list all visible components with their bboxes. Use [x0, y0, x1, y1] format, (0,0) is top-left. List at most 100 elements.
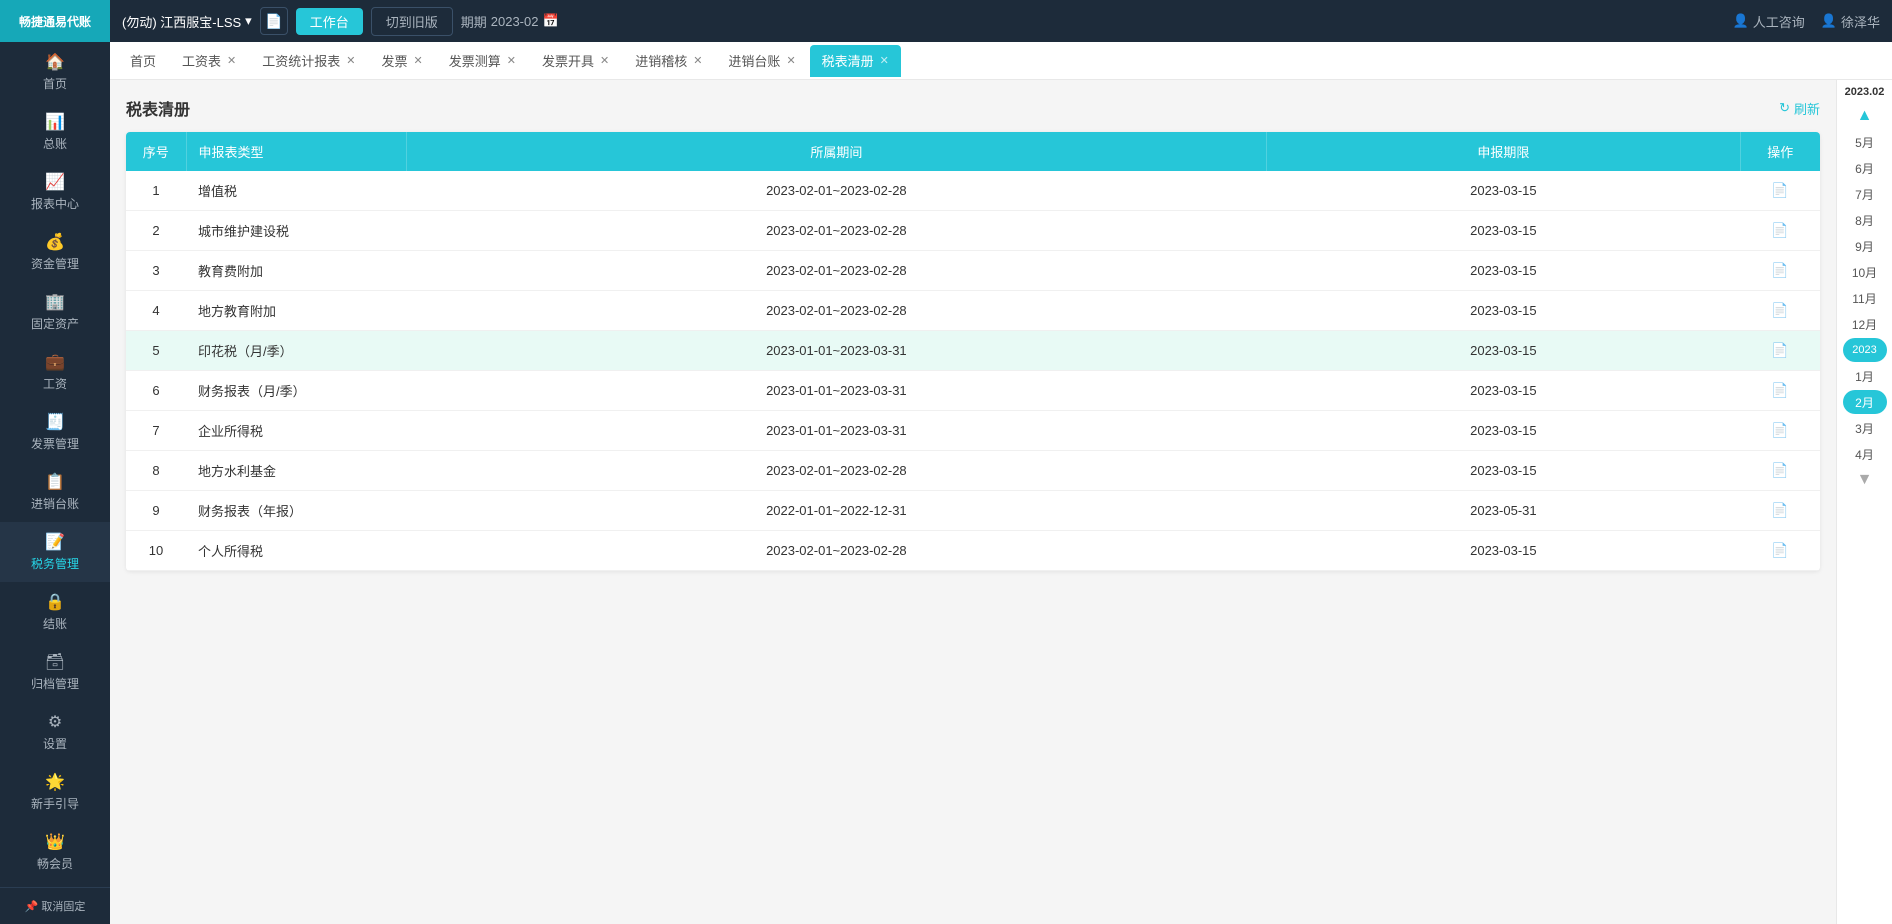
sidebar-item-guide[interactable]: 🌟 新手引导	[0, 762, 110, 822]
tab-invoice-close[interactable]: ✕	[414, 54, 423, 67]
tab-invoice-open-close[interactable]: ✕	[600, 54, 609, 67]
tab-tax-clearance-close[interactable]: ✕	[880, 54, 889, 67]
panel-month-12[interactable]: 12月	[1843, 312, 1887, 336]
action-icon[interactable]: 📄	[1771, 422, 1788, 438]
workspace-button[interactable]: 工作台	[296, 8, 363, 35]
panel-month-7[interactable]: 7月	[1843, 182, 1887, 206]
cell-action: 📄	[1740, 491, 1820, 531]
cell-no: 4	[126, 291, 186, 331]
cell-type: 地方水利基金	[186, 451, 406, 491]
tab-salary-report-close[interactable]: ✕	[346, 54, 355, 67]
tab-invoice[interactable]: 发票 ✕	[369, 45, 434, 77]
sidebar-item-fund[interactable]: 💰 资金管理	[0, 222, 110, 282]
cell-period: 2023-02-01~2023-02-28	[406, 451, 1267, 491]
panel-down-button[interactable]: ▼	[1851, 468, 1879, 492]
home-icon: 🏠	[45, 52, 65, 72]
cell-type: 财务报表（月/季）	[186, 371, 406, 411]
table-row: 3 教育费附加 2023-02-01~2023-02-28 2023-03-15…	[126, 251, 1820, 291]
tab-salary-label: 工资表	[182, 51, 221, 70]
unpin-button[interactable]: 📌 取消固定	[0, 887, 110, 924]
switch-old-button[interactable]: 切到旧版	[371, 7, 453, 36]
archive-icon: 🗃	[45, 652, 65, 672]
panel-month-8[interactable]: 8月	[1843, 208, 1887, 232]
chevron-down-icon: ▾	[245, 13, 252, 29]
action-icon[interactable]: 📄	[1771, 382, 1788, 398]
action-icon[interactable]: 📄	[1771, 542, 1788, 558]
col-no: 序号	[126, 132, 186, 171]
sidebar-item-member[interactable]: 👑 畅会员	[0, 822, 110, 882]
panel-month-3[interactable]: 3月	[1843, 416, 1887, 440]
tab-sales-ledger[interactable]: 进销台账 ✕	[716, 45, 807, 77]
calendar-icon[interactable]: 📅	[542, 13, 558, 29]
action-icon[interactable]: 📄	[1771, 302, 1788, 318]
tab-sales-check[interactable]: 进销稽核 ✕	[623, 45, 714, 77]
tab-salary[interactable]: 工资表 ✕	[170, 45, 248, 77]
sidebar-item-report[interactable]: 📈 报表中心	[0, 162, 110, 222]
tab-invoice-calc-close[interactable]: ✕	[507, 54, 516, 67]
cell-deadline: 2023-03-15	[1267, 211, 1740, 251]
avatar-icon: 👤	[1821, 13, 1837, 29]
cell-deadline: 2023-03-15	[1267, 371, 1740, 411]
sidebar-item-salary[interactable]: 💼 工资	[0, 342, 110, 402]
sidebar-item-invoice-label: 发票管理	[31, 435, 79, 452]
ai-consult-button[interactable]: 👤 人工咨询	[1733, 12, 1805, 31]
table-row: 2 城市维护建设税 2023-02-01~2023-02-28 2023-03-…	[126, 211, 1820, 251]
document-icon-button[interactable]: 📄	[260, 7, 288, 35]
sidebar-item-ledger[interactable]: 📊 总账	[0, 102, 110, 162]
page-content: 税表清册 ↻ 刷新 序号 申报表类型 所属期间 申报期限 操作	[110, 80, 1836, 924]
panel-month-10[interactable]: 10月	[1843, 260, 1887, 284]
sidebar-item-archive-label: 归档管理	[31, 675, 79, 692]
refresh-button[interactable]: ↻ 刷新	[1779, 99, 1820, 118]
tab-salary-close[interactable]: ✕	[227, 54, 236, 67]
tab-salary-report[interactable]: 工资统计报表 ✕	[250, 45, 367, 77]
cell-type: 城市维护建设税	[186, 211, 406, 251]
sidebar-item-home[interactable]: 🏠 首页	[0, 42, 110, 102]
panel-year-label: 2023.02	[1845, 86, 1885, 98]
action-icon[interactable]: 📄	[1771, 502, 1788, 518]
sidebar-item-tax[interactable]: 📝 税务管理	[0, 522, 110, 582]
company-selector[interactable]: (勿动) 江西服宝-LSS ▾	[122, 12, 252, 31]
action-icon[interactable]: 📄	[1771, 342, 1788, 358]
sidebar-item-invoice[interactable]: 🧾 发票管理	[0, 402, 110, 462]
panel-month-9[interactable]: 9月	[1843, 234, 1887, 258]
panel-month-5[interactable]: 5月	[1843, 130, 1887, 154]
action-icon[interactable]: 📄	[1771, 182, 1788, 198]
cell-action: 📄	[1740, 451, 1820, 491]
sidebar-item-closing-label: 结账	[43, 615, 67, 632]
tab-sales-ledger-close[interactable]: ✕	[786, 54, 795, 67]
panel-month-1[interactable]: 1月	[1843, 364, 1887, 388]
panel-month-11[interactable]: 11月	[1843, 286, 1887, 310]
ai-icon: 👤	[1733, 13, 1749, 29]
sidebar-item-settings[interactable]: ⚙ 设置	[0, 702, 110, 762]
sidebar-item-guide-label: 新手引导	[31, 795, 79, 812]
tab-sales-check-close[interactable]: ✕	[693, 54, 702, 67]
sidebar-item-tax-label: 税务管理	[31, 555, 79, 572]
tab-tax-clearance[interactable]: 税表清册 ✕	[810, 45, 901, 77]
closing-icon: 🔒	[45, 592, 65, 612]
action-icon[interactable]: 📄	[1771, 462, 1788, 478]
panel-year-2023[interactable]: 2023	[1843, 338, 1887, 362]
tab-home[interactable]: 首页	[118, 45, 168, 77]
action-icon[interactable]: 📄	[1771, 262, 1788, 278]
tab-invoice-calc[interactable]: 发票测算 ✕	[437, 45, 528, 77]
sidebar-item-home-label: 首页	[43, 75, 67, 92]
tab-invoice-open[interactable]: 发票开具 ✕	[530, 45, 621, 77]
sidebar-item-sales[interactable]: 📋 进销台账	[0, 462, 110, 522]
cell-type: 企业所得税	[186, 411, 406, 451]
sidebar-item-closing[interactable]: 🔒 结账	[0, 582, 110, 642]
table-row: 1 增值税 2023-02-01~2023-02-28 2023-03-15 📄	[126, 171, 1820, 211]
sidebar-item-archive[interactable]: 🗃 归档管理	[0, 642, 110, 702]
action-icon[interactable]: 📄	[1771, 222, 1788, 238]
guide-icon: 🌟	[45, 772, 65, 792]
user-menu[interactable]: 👤 徐泽华	[1821, 12, 1880, 31]
panel-month-6[interactable]: 6月	[1843, 156, 1887, 180]
cell-action: 📄	[1740, 251, 1820, 291]
sidebar-item-member-label: 畅会员	[37, 855, 73, 872]
panel-up-button[interactable]: ▲	[1851, 104, 1879, 128]
panel-month-4[interactable]: 4月	[1843, 442, 1887, 466]
panel-month-2-active[interactable]: 2月	[1843, 390, 1887, 414]
tab-sales-check-label: 进销稽核	[635, 51, 687, 70]
cell-type: 教育费附加	[186, 251, 406, 291]
sidebar-item-asset[interactable]: 🏢 固定资产	[0, 282, 110, 342]
cell-no: 6	[126, 371, 186, 411]
